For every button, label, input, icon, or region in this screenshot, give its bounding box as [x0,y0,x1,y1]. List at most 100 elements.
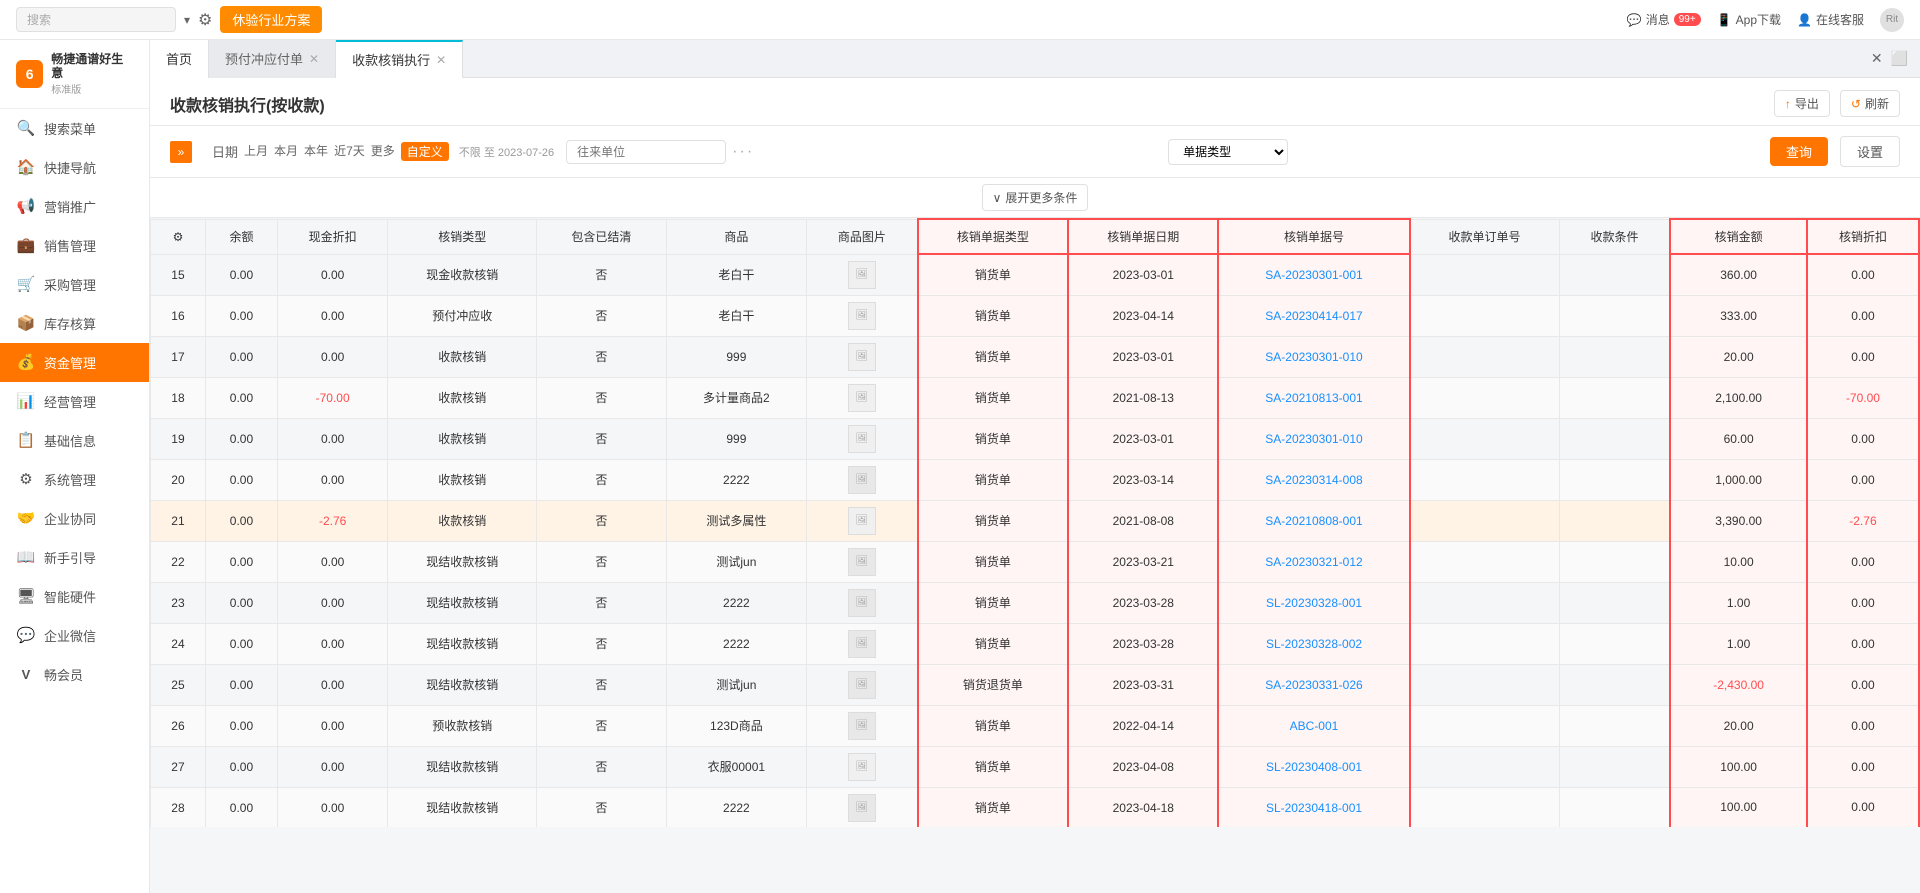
sidebar-item-vip[interactable]: V 畅会员 [0,655,149,694]
sidebar-item-enterprise-coop[interactable]: 🤝 企业协同 [0,499,149,538]
expand-conditions-btn[interactable]: ∨ 展开更多条件 [982,184,1089,211]
purchase-icon: 🛒 [16,275,36,293]
sidebar-item-starter[interactable]: 📖 新手引导 [0,538,149,577]
bill-no-link[interactable]: SA-20230314-008 [1265,473,1362,487]
app-download-group[interactable]: 📱 App下载 [1717,11,1781,28]
export-btn[interactable]: ↑ 导出 [1774,90,1830,117]
cell-cancel-bill-no[interactable]: SL-20230328-001 [1218,582,1409,623]
counterparty-input[interactable] [566,140,726,164]
cell-product: 多计量商品2 [666,377,806,418]
filter-expand-arrow[interactable]: » [170,141,192,163]
date-this-year[interactable]: 本年 [304,142,328,161]
cell-cancel-bill-date: 2023-03-01 [1068,418,1218,459]
sidebar-item-quick-nav[interactable]: 🏠 快捷导航 [0,148,149,187]
cell-cancel-bill-date: 2023-03-21 [1068,541,1218,582]
message-icon-group[interactable]: 💬 消息 99+ [1627,11,1701,28]
table-settings-icon[interactable]: ⚙ [173,230,184,244]
bill-no-link[interactable]: SA-20230301-010 [1265,432,1362,446]
sidebar: 6 畅捷通谱好生意 标准版 🔍 搜索菜单 🏠 快捷导航 📢 营销推广 💼 销售管… [0,40,150,893]
dropdown-arrow[interactable]: ▾ [184,13,190,27]
bill-no-link[interactable]: SL-20230418-001 [1266,801,1362,815]
cell-balance: 0.00 [205,582,277,623]
app-icon: 📱 [1717,13,1732,27]
bill-no-link[interactable]: SL-20230328-002 [1266,637,1362,651]
expand-chevron-icon: ∨ [993,191,1002,205]
cell-cancel-bill-no[interactable]: SA-20210808-001 [1218,500,1409,541]
date-this-month[interactable]: 本月 [274,142,298,161]
tab-receipt-cancel-close[interactable]: ✕ [436,53,446,67]
refresh-btn[interactable]: ↺ 刷新 [1840,90,1900,117]
user-avatar[interactable]: Rit [1880,8,1904,32]
sidebar-item-marketing[interactable]: 📢 营销推广 [0,187,149,226]
sidebar-item-basic-info[interactable]: 📋 基础信息 [0,421,149,460]
col-product: 商品 [666,219,806,254]
bill-no-link[interactable]: SA-20230321-012 [1265,555,1362,569]
cell-cancel-bill-no[interactable]: SA-20230314-008 [1218,459,1409,500]
cell-balance: 0.00 [205,254,277,295]
sidebar-item-system[interactable]: ⚙ 系统管理 [0,460,149,499]
cell-cancel-bill-no[interactable]: SA-20230321-012 [1218,541,1409,582]
tab-home[interactable]: 首页 [150,40,209,78]
finance-label: 资金管理 [44,353,96,372]
date-more[interactable]: 更多 [371,142,395,161]
filter-date-section: 日期 上月 本月 本年 近7天 更多 自定义 不限 至 2023-07-26 [212,142,554,161]
online-service-group[interactable]: 👤 在线客服 [1797,11,1864,28]
bill-no-link[interactable]: SA-20230301-010 [1265,350,1362,364]
sidebar-item-purchase[interactable]: 🛒 采购管理 [0,265,149,304]
cell-cancel-bill-no[interactable]: SL-20230328-002 [1218,623,1409,664]
cell-cancel-bill-no[interactable]: SA-20230414-017 [1218,295,1409,336]
bill-no-link[interactable]: SA-20210808-001 [1265,514,1362,528]
filter-settings-btn[interactable]: 设置 [1840,136,1900,167]
cell-cash-discount: 0.00 [277,787,387,827]
bill-no-link[interactable]: SL-20230408-001 [1266,760,1362,774]
cell-cancel-bill-type: 销货单 [918,541,1068,582]
single-type-select[interactable]: 单据类型 [1168,139,1288,165]
cell-receipt-condition [1559,582,1670,623]
bill-no-link[interactable]: SA-20210813-001 [1265,391,1362,405]
tab-prepay-label: 预付冲应付单 [225,49,303,68]
query-btn[interactable]: 查询 [1770,137,1828,166]
industry-btn[interactable]: 休验行业方案 [220,6,322,33]
cell-cancel-bill-no[interactable]: SA-20230301-010 [1218,418,1409,459]
bill-no-link[interactable]: SA-20230301-001 [1265,268,1362,282]
cell-balance: 0.00 [205,705,277,746]
sidebar-item-enterprise-wechat[interactable]: 💬 企业微信 [0,616,149,655]
cell-cancel-bill-type: 销货单 [918,500,1068,541]
sidebar-item-smart-hw[interactable]: 🖥 智能硬件 [0,577,149,616]
tab-prepay-close[interactable]: ✕ [309,52,319,66]
cell-cancel-bill-no[interactable]: SA-20230301-001 [1218,254,1409,295]
inventory-icon: 📦 [16,314,36,332]
cell-cancel-bill-no[interactable]: SA-20210813-001 [1218,377,1409,418]
settings-icon[interactable]: ⚙ [198,10,212,30]
col-settings[interactable]: ⚙ [151,219,206,254]
bill-no-link[interactable]: SA-20230331-026 [1265,678,1362,692]
cell-balance: 0.00 [205,459,277,500]
sidebar-logo: 6 畅捷通谱好生意 标准版 [0,40,149,109]
sidebar-item-sales[interactable]: 💼 销售管理 [0,226,149,265]
table-row: 28 0.00 0.00 现结收款核销 否 2222 🖼 销货单 2023-04… [151,787,1920,827]
cell-cancel-bill-no[interactable]: SL-20230408-001 [1218,746,1409,787]
sidebar-item-search-menu[interactable]: 🔍 搜索菜单 [0,109,149,148]
tab-receipt-cancel[interactable]: 收款核销执行 ✕ [336,40,463,78]
sidebar-item-inventory[interactable]: 📦 库存核算 [0,304,149,343]
cell-cancel-bill-no[interactable]: ABC-001 [1218,705,1409,746]
cell-cancel-bill-no[interactable]: SA-20230331-026 [1218,664,1409,705]
cell-cancel-bill-no[interactable]: SL-20230418-001 [1218,787,1409,827]
cell-no: 28 [151,787,206,827]
date-7-days[interactable]: 近7天 [334,142,365,161]
sidebar-item-finance[interactable]: 💰 资金管理 [0,343,149,382]
cell-cancel-amount: 360.00 [1670,254,1807,295]
cell-cancel-bill-no[interactable]: SA-20230301-010 [1218,336,1409,377]
cell-receipt-order-no [1410,787,1560,827]
sidebar-item-business[interactable]: 📊 经营管理 [0,382,149,421]
date-custom[interactable]: 自定义 [401,142,449,161]
cell-cash-discount: -70.00 [277,377,387,418]
maximize-icon[interactable]: ⬜ [1891,50,1908,67]
tab-prepay[interactable]: 预付冲应付单 ✕ [209,40,336,78]
bill-no-link[interactable]: SL-20230328-001 [1266,596,1362,610]
bill-no-link[interactable]: ABC-001 [1290,719,1339,733]
close-window-icon[interactable]: ✕ [1871,50,1883,67]
date-last-month[interactable]: 上月 [244,142,268,161]
bill-no-link[interactable]: SA-20230414-017 [1265,309,1362,323]
cell-product: 老白干 [666,254,806,295]
